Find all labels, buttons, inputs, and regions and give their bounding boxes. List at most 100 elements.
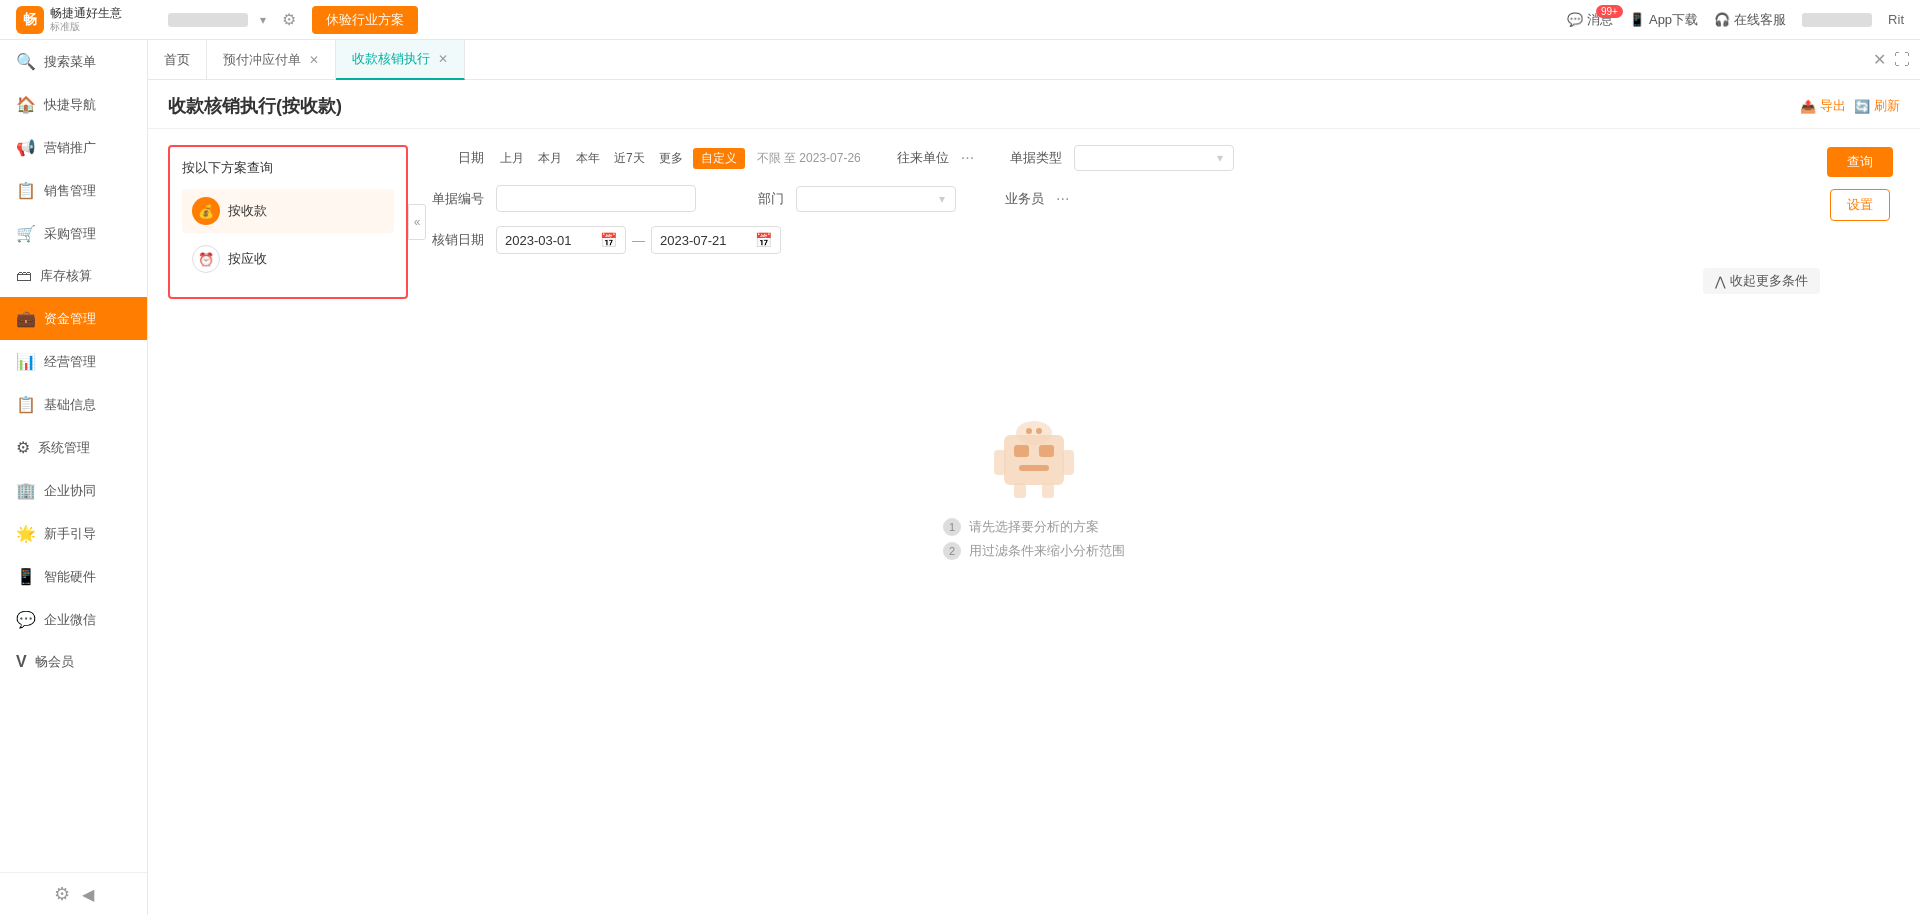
hint-text-2: 用过滤条件来缩小分析范围 [969,542,1125,560]
sidebar-label-marketing: 营销推广 [44,139,96,157]
sidebar-item-purchase[interactable]: 🛒 采购管理 [0,212,147,255]
sidebar-item-corp[interactable]: 🏢 企业协同 [0,469,147,512]
sidebar-item-finance[interactable]: 💼 资金管理 [0,297,147,340]
tab-prepay[interactable]: 预付冲应付单 ✕ [207,40,336,80]
tab-receipt[interactable]: 收款核销执行 ✕ [336,40,465,80]
filter-option-by-receipt[interactable]: 💰 按收款 [182,189,394,233]
online-service-btn[interactable]: 🎧 在线客服 [1714,11,1786,29]
sidebar-item-inventory[interactable]: 🗃 库存核算 [0,255,147,297]
doc-type-label: 单据类型 [1006,149,1062,167]
chevron-up-icon: ⋀ [1715,274,1726,289]
gear-icon[interactable]: ⚙ [282,10,296,29]
sidebar-label-hardware: 智能硬件 [44,568,96,586]
filter-option-receivable-label: 按应收 [228,250,267,268]
verify-date-end[interactable]: 2023-07-21 📅 [651,226,781,254]
sidebar-settings-btn[interactable]: ⚙ [54,883,70,905]
filter-option-receipt-label: 按收款 [228,202,267,220]
date-7days-btn[interactable]: 近7天 [610,148,649,169]
sidebar-item-nav[interactable]: 🏠 快捷导航 [0,83,147,126]
filter-section: 按以下方案查询 💰 按收款 ⏰ 按应收 « [148,129,1920,315]
empty-state: 1 请先选择要分析的方案 2 用过滤条件来缩小分析范围 [148,315,1920,600]
tab-home[interactable]: 首页 [148,40,207,80]
tab-expand-icon[interactable]: ⛶ [1894,51,1910,69]
refresh-button[interactable]: 🔄 刷新 [1854,97,1900,115]
brand-main: 畅捷通好生意 [50,6,122,20]
tab-receipt-close[interactable]: ✕ [438,52,448,66]
filter-panel-collapse-btn[interactable]: « [408,204,426,240]
sidebar-item-guide[interactable]: 🌟 新手引导 [0,512,147,555]
tab-receipt-label: 收款核销执行 [352,50,430,68]
filter-right: 日期 上月 本月 本年 近7天 更多 自定义 不 [428,145,1900,299]
hardware-icon: 📱 [16,567,36,586]
industry-button[interactable]: 休验行业方案 [312,6,418,34]
page-content: 收款核销执行(按收款) 📤 导出 🔄 刷新 按以下方案查询 [148,80,1920,915]
sidebar-collapse-btn[interactable]: ◀ [82,885,94,904]
empty-hint-2: 2 用过滤条件来缩小分析范围 [943,542,1125,560]
collapse-more-btn[interactable]: ⋀ 收起更多条件 [1703,268,1820,294]
date-last-month-btn[interactable]: 上月 [496,148,528,169]
verify-date-label: 核销日期 [428,231,484,249]
empty-hint-1: 1 请先选择要分析的方案 [943,518,1125,536]
online-service-label: 在线客服 [1734,11,1786,29]
marketing-icon: 📢 [16,138,36,157]
user-info [1802,13,1872,27]
verify-date-range: 2023-03-01 📅 — 2023-07-21 📅 [496,226,781,254]
svg-rect-2 [1039,445,1054,457]
tab-close-all-icon[interactable]: ✕ [1873,50,1886,69]
export-button[interactable]: 📤 导出 [1800,97,1846,115]
doc-type-select[interactable]: ▾ [1074,145,1234,171]
date-this-month-btn[interactable]: 本月 [534,148,566,169]
filter-panel-title: 按以下方案查询 [182,159,394,177]
app-download-btn[interactable]: 📱 App下载 [1629,11,1698,29]
message-btn[interactable]: 💬 消息 99+ [1567,11,1613,29]
hint-num-1: 1 [943,518,961,536]
sidebar-label-system: 系统管理 [38,439,90,457]
date-more-btn[interactable]: 更多 [655,148,687,169]
tab-prepay-label: 预付冲应付单 [223,51,301,69]
tab-prepay-close[interactable]: ✕ [309,53,319,67]
sidebar-label-purchase: 采购管理 [44,225,96,243]
main-layout: 🔍 搜索菜单 🏠 快捷导航 📢 营销推广 📋 销售管理 🛒 采购管理 🗃 库存核… [0,40,1920,915]
search-icon: 🔍 [16,52,36,71]
receipt-icon: 💰 [192,197,220,225]
tabs-bar: 首页 预付冲应付单 ✕ 收款核销执行 ✕ ✕ ⛶ [148,40,1920,80]
sidebar-item-wechat[interactable]: 💬 企业微信 [0,598,147,641]
sidebar-item-system[interactable]: ⚙ 系统管理 [0,426,147,469]
sidebar-label-basic: 基础信息 [44,396,96,414]
collapse-more-label: 收起更多条件 [1730,272,1808,290]
sidebar: 🔍 搜索菜单 🏠 快捷导航 📢 营销推广 📋 销售管理 🛒 采购管理 🗃 库存核… [0,40,148,915]
sidebar-item-marketing[interactable]: 📢 营销推广 [0,126,147,169]
sidebar-item-hardware[interactable]: 📱 智能硬件 [0,555,147,598]
sidebar-bottom: ⚙ ◀ [0,872,147,915]
message-badge: 99+ [1596,5,1623,18]
app-icon: 📱 [1629,12,1645,27]
partner-label: 往来单位 [893,149,949,167]
tabs-right: ✕ ⛶ [1873,50,1920,69]
sidebar-item-member[interactable]: V 畅会员 [0,641,147,683]
salesperson-ellipsis[interactable]: ··· [1056,190,1069,208]
setting-button[interactable]: 设置 [1830,189,1890,221]
filter-option-by-receivable[interactable]: ⏰ 按应收 [182,237,394,281]
sidebar-item-operation[interactable]: 📊 经营管理 [0,340,147,383]
partner-ellipsis[interactable]: ··· [961,149,974,167]
sidebar-label-nav: 快捷导航 [44,96,96,114]
user-name: Rit [1888,12,1904,27]
date-label: 日期 [428,149,484,167]
member-icon: V [16,653,27,671]
doc-num-input[interactable] [496,185,696,212]
sidebar-item-search[interactable]: 🔍 搜索菜单 [0,40,147,83]
filter-row-1: 日期 上月 本月 本年 近7天 更多 自定义 不 [428,145,1820,171]
export-label: 导出 [1820,97,1846,115]
dept-select[interactable]: ▾ [796,186,956,212]
app-logo: 畅 [16,6,44,34]
sidebar-item-sales[interactable]: 📋 销售管理 [0,169,147,212]
chevron-down-icon[interactable]: ▾ [260,13,266,27]
dept-label: 部门 [728,190,784,208]
verify-date-start[interactable]: 2023-03-01 📅 [496,226,626,254]
date-custom-btn[interactable]: 自定义 [693,148,745,169]
operation-icon: 📊 [16,352,36,371]
query-button[interactable]: 查询 [1827,147,1893,177]
sidebar-item-basic[interactable]: 📋 基础信息 [0,383,147,426]
basic-icon: 📋 [16,395,36,414]
date-this-year-btn[interactable]: 本年 [572,148,604,169]
